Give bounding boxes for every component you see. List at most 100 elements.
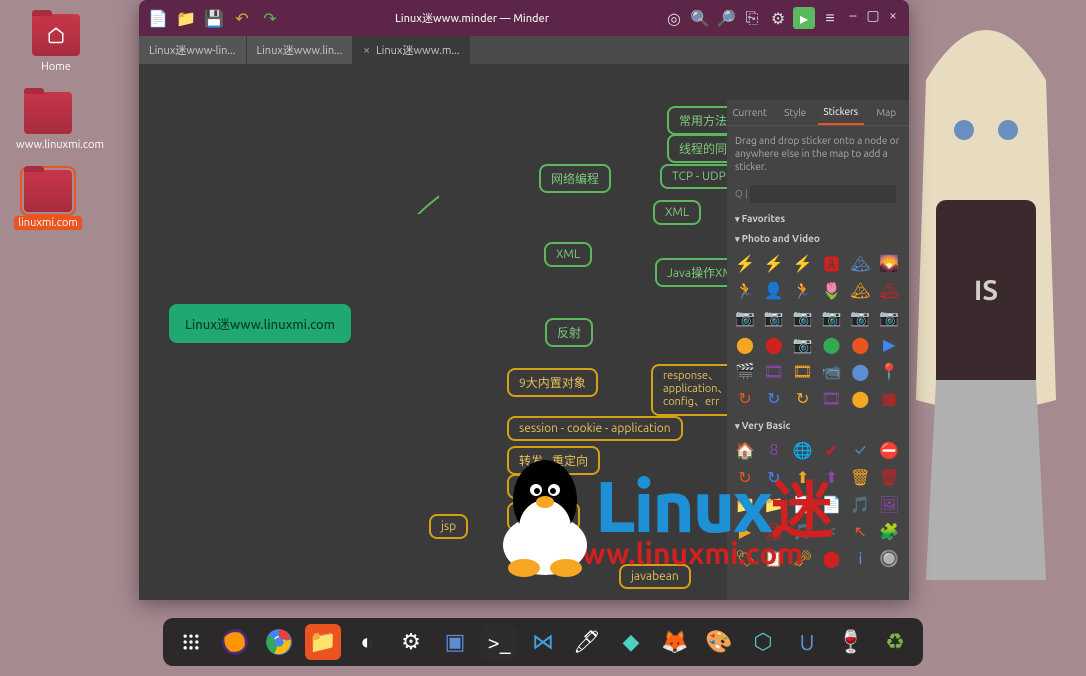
sticker-item[interactable]: ⬆ <box>820 465 844 489</box>
sticker-item[interactable]: 🏔 <box>877 278 901 302</box>
sticker-item[interactable]: 🏔 <box>848 278 872 302</box>
sticker-item[interactable]: 🌷 <box>820 278 844 302</box>
close-icon[interactable]: × <box>363 44 370 57</box>
sticker-item[interactable]: 🎬 <box>733 359 757 383</box>
sticker-item[interactable]: ✔ <box>820 438 844 462</box>
sticker-item[interactable]: 📷 <box>820 305 844 329</box>
sticker-item[interactable]: 🏷 <box>733 546 757 570</box>
mindmap-node[interactable]: 9大内置对象 <box>507 368 598 397</box>
sticker-item[interactable]: 📹 <box>820 359 844 383</box>
sticker-item[interactable]: ⛔ <box>877 438 901 462</box>
new-file-button[interactable]: 📄 <box>147 7 169 29</box>
mindmap-node[interactable]: 转发 - 重定向 <box>507 446 600 475</box>
close-button[interactable]: × <box>885 7 901 23</box>
sticker-item[interactable]: ▶ <box>877 332 901 356</box>
desktop-icon-home[interactable]: Home <box>20 14 92 74</box>
sticker-item[interactable]: 📄 <box>820 492 844 516</box>
sticker-item[interactable]: 🏃 <box>733 278 757 302</box>
sticker-item[interactable]: 👤 <box>762 278 786 302</box>
sticker-item[interactable]: ⬤ <box>733 332 757 356</box>
sticker-item[interactable]: ℹ <box>848 546 872 570</box>
screenshot-icon[interactable]: ▣ <box>437 624 473 660</box>
settings-button[interactable]: ⚙ <box>767 7 789 29</box>
sticker-item[interactable]: ⚡ <box>762 251 786 275</box>
sidebar-toggle-button[interactable]: ▸ <box>793 7 815 29</box>
sticker-item[interactable]: < <box>820 519 844 543</box>
sticker-item[interactable]: 🎞 <box>791 359 815 383</box>
sticker-item[interactable]: 🎵 <box>791 519 815 543</box>
section-photo[interactable]: Photo and Video <box>727 227 909 247</box>
redo-button[interactable]: ↷ <box>259 7 281 29</box>
sticker-item[interactable]: ⬆ <box>791 465 815 489</box>
focus-button[interactable]: ◎ <box>663 7 685 29</box>
sticker-item[interactable]: 📄 <box>791 492 815 516</box>
sticker-search-input[interactable] <box>750 185 896 203</box>
mindmap-node[interactable]: jsp <box>429 514 468 539</box>
sticker-item[interactable]: ⬤ <box>848 332 872 356</box>
app-icon-2[interactable]: U <box>789 624 825 660</box>
sticker-item[interactable]: 📍 <box>877 359 901 383</box>
chrome-icon[interactable] <box>261 624 297 660</box>
sticker-item[interactable]: 📷 <box>877 305 901 329</box>
sticker-item[interactable]: ✓ <box>848 438 872 462</box>
open-file-button[interactable]: 📁 <box>175 7 197 29</box>
mindmap-node[interactable]: 网络编程 <box>539 164 611 193</box>
sticker-item[interactable]: 🧩 <box>877 519 901 543</box>
sticker-item[interactable]: 📷 <box>762 305 786 329</box>
sticker-item[interactable]: ↻ <box>762 465 786 489</box>
sticker-item[interactable]: ⬤ <box>762 332 786 356</box>
app-icon[interactable]: ⬡ <box>745 624 781 660</box>
desktop-icon-folder1[interactable]: www.linuxmi.com <box>12 92 84 152</box>
save-button[interactable]: 💾 <box>203 7 225 29</box>
mindmap-node[interactable]: javabean <box>619 564 691 589</box>
sticker-item[interactable]: 🏔 <box>848 251 872 275</box>
mindmap-canvas[interactable]: Linux迷www.linuxmi.com 常用方法线程的同步网络编程TCP -… <box>139 64 909 600</box>
sp-tab-current[interactable]: Current <box>727 100 773 125</box>
mindmap-node[interactable]: 反射 <box>545 318 593 347</box>
sticker-item[interactable]: 🅰 <box>820 251 844 275</box>
mindmap-node[interactable]: XML <box>544 242 592 267</box>
sticker-item[interactable]: ↻ <box>733 386 757 410</box>
sticker-item[interactable]: 📷 <box>733 305 757 329</box>
mindmap-node[interactable]: JDBC <box>507 474 560 499</box>
sticker-item[interactable]: 📷 <box>848 305 872 329</box>
sticker-item[interactable]: ⬤ <box>848 359 872 383</box>
sticker-item[interactable]: 🗑 <box>848 465 872 489</box>
sticker-item[interactable]: 🏠 <box>733 438 757 462</box>
mindmap-node[interactable]: XML <box>653 200 701 225</box>
sticker-item[interactable]: 🎞 <box>762 359 786 383</box>
vscode-icon[interactable]: ⋈ <box>525 624 561 660</box>
sticker-item[interactable]: 🌐 <box>791 438 815 462</box>
mindmap-node[interactable]: EL表达式 <box>507 502 580 531</box>
settings-icon[interactable]: ⚙ <box>393 624 429 660</box>
sp-tab-style[interactable]: Style <box>773 100 819 125</box>
gimp-icon[interactable]: 🦊 <box>657 624 693 660</box>
tab-0[interactable]: Linux迷www-lin... <box>139 36 247 64</box>
sticker-item[interactable]: 📷 <box>791 332 815 356</box>
sp-tab-map[interactable]: Map <box>864 100 910 125</box>
sticker-item[interactable]: 🏃 <box>791 278 815 302</box>
sticker-item[interactable]: ▶ <box>733 519 757 543</box>
minder-icon[interactable]: ◆ <box>613 624 649 660</box>
geany-icon[interactable]: 🖊 <box>569 624 605 660</box>
sticker-item[interactable]: 🔘 <box>877 546 901 570</box>
sticker-item[interactable]: ▦ <box>877 386 901 410</box>
root-node[interactable]: Linux迷www.linuxmi.com <box>169 304 351 343</box>
sticker-item[interactable]: 8 <box>762 438 786 462</box>
sticker-item[interactable]: 📋 <box>762 546 786 570</box>
sticker-item[interactable]: 📁 <box>762 492 786 516</box>
sticker-item[interactable]: ↻ <box>791 386 815 410</box>
sticker-item[interactable]: 🎞 <box>820 386 844 410</box>
undo-button[interactable]: ↶ <box>231 7 253 29</box>
sticker-item[interactable]: 🗝 <box>791 546 815 570</box>
sticker-item[interactable]: ↻ <box>733 465 757 489</box>
sticker-item[interactable]: 📁 <box>733 492 757 516</box>
sticker-item[interactable]: ⬤ <box>848 386 872 410</box>
search-button[interactable]: 🔎 <box>715 7 737 29</box>
sticker-item[interactable]: 🌄 <box>877 251 901 275</box>
sticker-item[interactable]: ⚡ <box>733 251 757 275</box>
trash-icon[interactable]: ♻ <box>877 624 913 660</box>
maximize-button[interactable]: ▢ <box>865 7 881 23</box>
sticker-item[interactable]: 🎵 <box>848 492 872 516</box>
sticker-item[interactable]: ↻ <box>762 386 786 410</box>
